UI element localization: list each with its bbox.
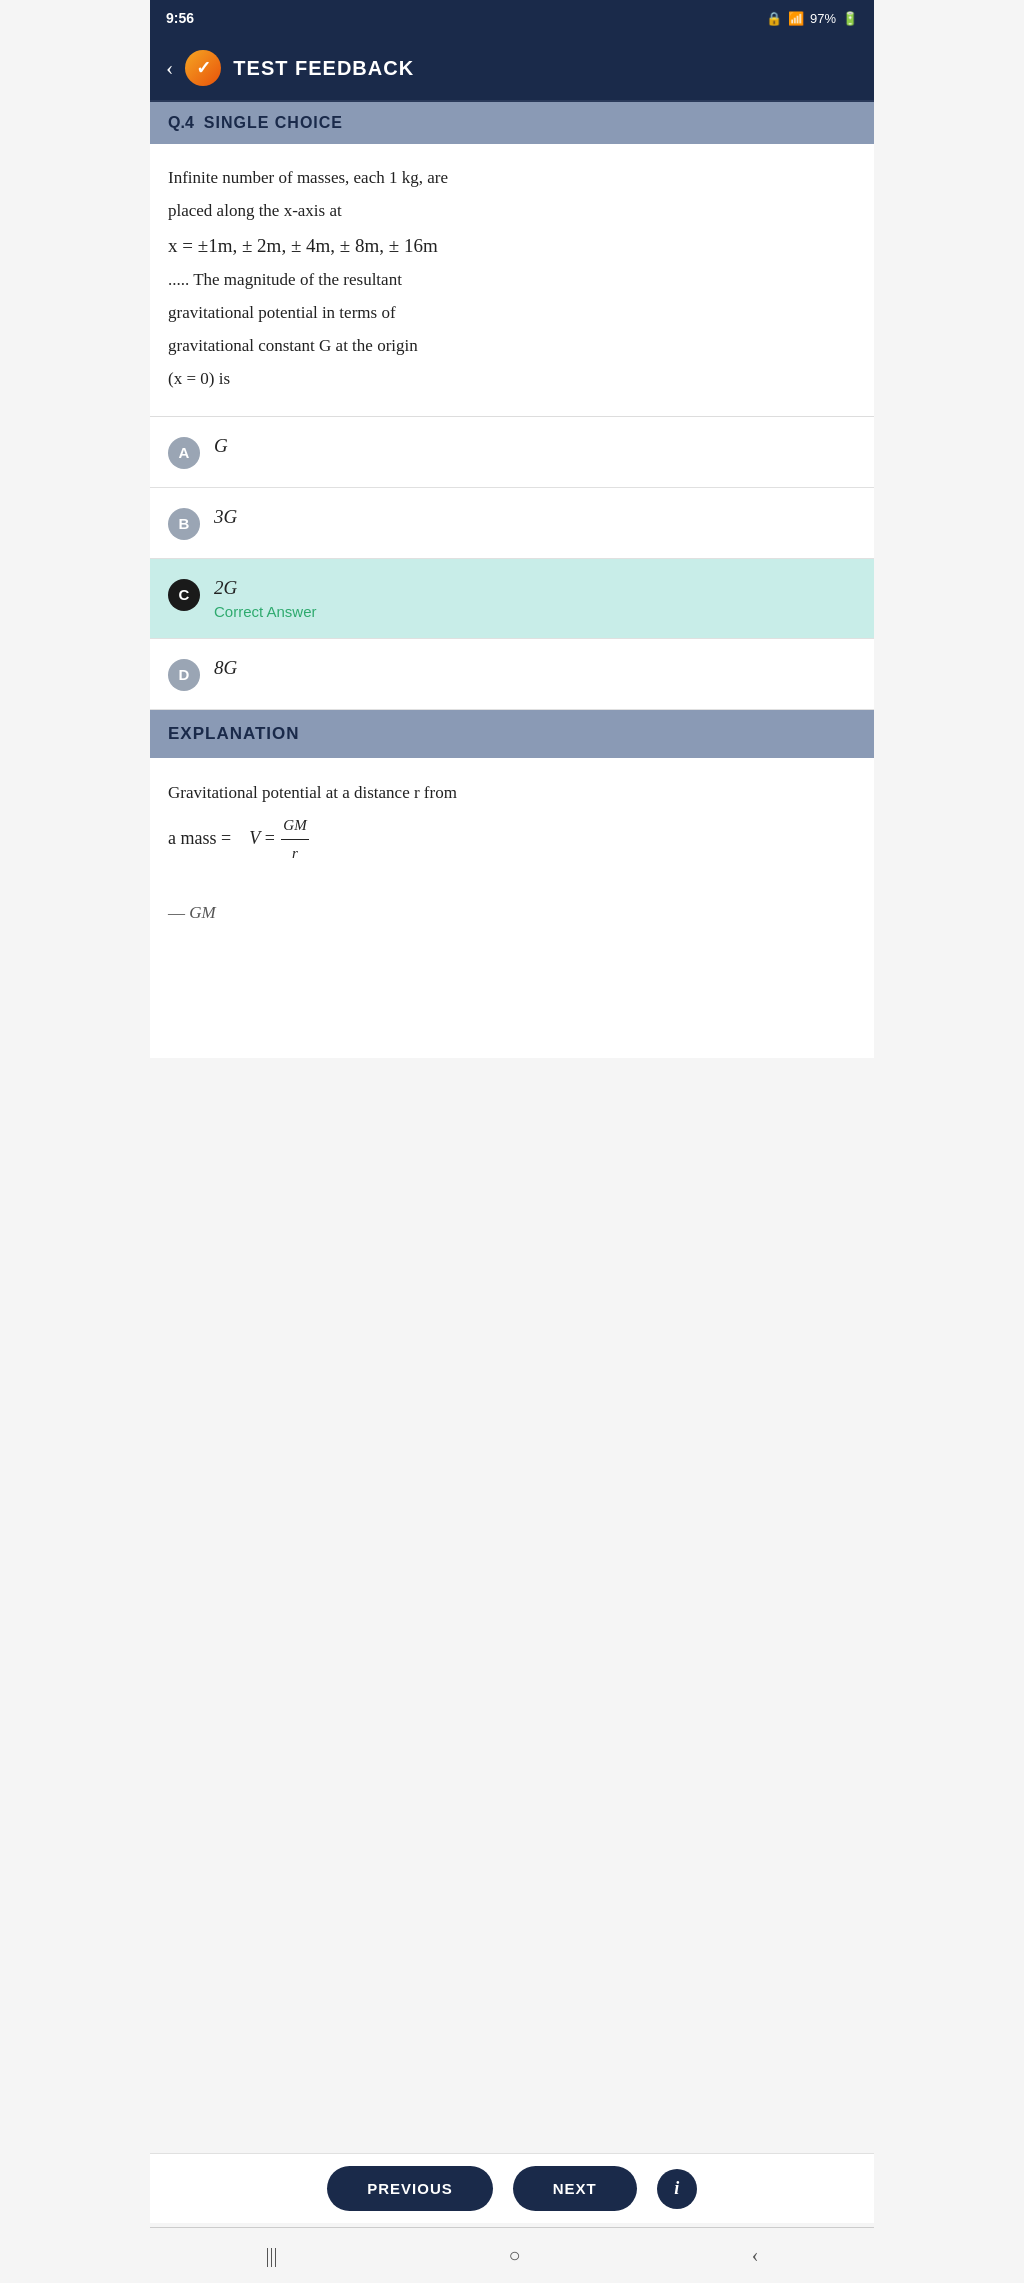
option-b-circle: B — [168, 508, 200, 540]
option-a[interactable]: A G — [150, 417, 874, 488]
question-header: Q.4 SINGLE CHOICE — [150, 102, 874, 144]
header-title: TEST FEEDBACK — [233, 57, 414, 80]
explanation-partial: — GM — [168, 898, 856, 929]
question-math-line: x = ±1m, ± 2m, ± 4m, ± 8m, ± 16m — [168, 230, 856, 262]
option-d[interactable]: D 8G — [150, 639, 874, 710]
explanation-line2-text: a mass = — [168, 828, 231, 848]
explanation-title: EXPLANATION — [168, 724, 300, 743]
option-a-text: G — [214, 435, 228, 457]
status-bar: 9:56 🔒 📶 97% 🔋 — [150, 0, 874, 36]
bottom-nav: PREVIOUS NEXT i — [150, 2153, 874, 2223]
battery-icon: 🔋 — [842, 11, 858, 26]
options-container: A G B 3G C 2G Correct Answer D 8G — [150, 417, 874, 710]
header-logo: ✓ — [185, 50, 221, 86]
explanation-line1: Gravitational potential at a distance r … — [168, 778, 856, 809]
check-icon: ✓ — [196, 57, 211, 79]
question-line6: gravitational constant G at the origin — [168, 332, 856, 361]
previous-button[interactable]: PREVIOUS — [327, 2166, 493, 2211]
option-c-circle: C — [168, 579, 200, 611]
question-line4: ..... The magnitude of the resultant — [168, 266, 856, 295]
question-line1: Infinite number of masses, each 1 kg, ar… — [168, 164, 856, 193]
android-home-button[interactable]: ○ — [509, 2244, 521, 2267]
status-right-icons: 🔒 📶 97% 🔋 — [766, 11, 858, 26]
android-menu-button[interactable]: ||| — [266, 2244, 278, 2267]
back-button[interactable]: ‹ — [166, 57, 173, 79]
lock-icon: 🔒 — [766, 11, 782, 26]
question-line7: (x = 0) is — [168, 365, 856, 394]
option-b[interactable]: B 3G — [150, 488, 874, 559]
explanation-header: EXPLANATION — [150, 710, 874, 758]
option-b-text: 3G — [214, 506, 237, 528]
option-b-content: 3G — [214, 506, 237, 528]
header: ‹ ✓ TEST FEEDBACK — [150, 36, 874, 102]
option-a-content: G — [214, 435, 228, 457]
option-d-content: 8G — [214, 657, 237, 679]
option-c-text: 2G — [214, 577, 317, 599]
next-button[interactable]: NEXT — [513, 2166, 637, 2211]
correct-answer-label: Correct Answer — [214, 603, 317, 620]
option-c[interactable]: C 2G Correct Answer — [150, 559, 874, 639]
question-body: Infinite number of masses, each 1 kg, ar… — [150, 144, 874, 417]
question-line2: placed along the x-axis at — [168, 197, 856, 226]
explanation-formula-line: a mass = V = GM r — [168, 812, 856, 867]
android-back-button[interactable]: ‹ — [752, 2244, 759, 2267]
wifi-icon: 📶 — [788, 11, 804, 26]
explanation-body: Gravitational potential at a distance r … — [150, 758, 874, 1058]
android-nav-bar: ||| ○ ‹ — [150, 2227, 874, 2283]
info-button[interactable]: i — [657, 2169, 697, 2209]
question-type: SINGLE CHOICE — [204, 114, 343, 132]
question-line5: gravitational potential in terms of — [168, 299, 856, 328]
option-c-content: 2G Correct Answer — [214, 577, 317, 620]
info-icon: i — [674, 2178, 679, 2199]
battery-text: 97% — [810, 11, 836, 26]
status-time: 9:56 — [166, 10, 194, 26]
option-d-text: 8G — [214, 657, 237, 679]
option-a-circle: A — [168, 437, 200, 469]
option-d-circle: D — [168, 659, 200, 691]
question-number: Q.4 — [168, 114, 194, 132]
